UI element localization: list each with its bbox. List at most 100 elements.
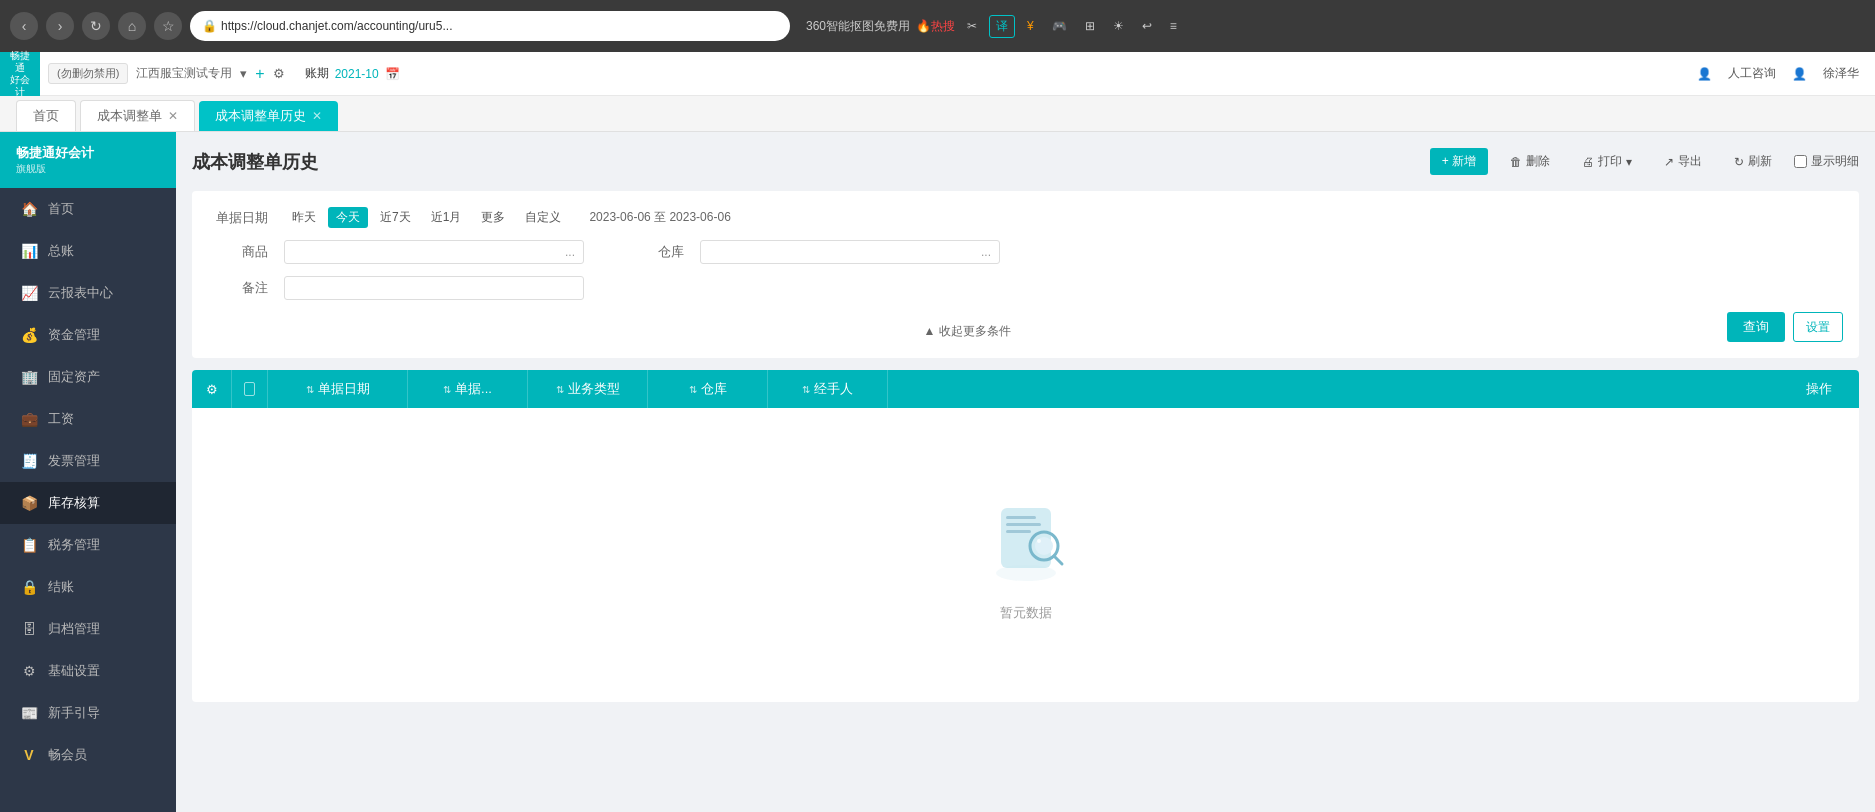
- table-toolbar: ⚙ ⇅ 单据日期 ⇅ 单据... ⇅ 业务类型: [192, 370, 1859, 408]
- home-button[interactable]: ⌂: [118, 12, 146, 40]
- ledger-icon: 📊: [20, 242, 38, 260]
- bookmark-button[interactable]: ☆: [154, 12, 182, 40]
- tab-home-label: 首页: [33, 107, 59, 125]
- print-dropdown-icon: ▾: [1626, 155, 1632, 169]
- wallet-tool[interactable]: ¥: [1021, 17, 1040, 35]
- vip-icon: V: [20, 746, 38, 764]
- menu-tool[interactable]: ≡: [1164, 17, 1183, 35]
- shortcut-1month[interactable]: 近1月: [423, 207, 470, 228]
- app-logo: 畅捷通好会计: [8, 50, 32, 98]
- show-detail-label: 显示明细: [1811, 153, 1859, 170]
- th-biz-type[interactable]: ⇅ 业务类型: [528, 370, 648, 408]
- refresh-button[interactable]: ↻: [82, 12, 110, 40]
- collapse-button[interactable]: ▲ 收起更多条件: [924, 323, 1012, 340]
- sidebar-item-vip[interactable]: V 畅会员: [0, 734, 176, 776]
- sidebar-item-archive[interactable]: 🗄 归档管理: [0, 608, 176, 650]
- sidebar-item-fund[interactable]: 💰 资金管理: [0, 314, 176, 356]
- invoice-icon: 🧾: [20, 452, 38, 470]
- sidebar-item-closing-label: 结账: [48, 578, 74, 596]
- th-operator-label: 经手人: [814, 380, 853, 398]
- inventory-icon: 📦: [20, 494, 38, 512]
- sidebar-logo-text: 畅捷通好会计: [16, 144, 94, 162]
- page-actions: + 新增 🗑 删除 🖨 打印 ▾ ↗ 导出 ↻: [1430, 148, 1859, 175]
- grid-tool[interactable]: ⊞: [1079, 17, 1101, 35]
- company-dropdown[interactable]: ▾: [240, 66, 247, 81]
- translate-tool[interactable]: 译: [989, 15, 1015, 38]
- svg-rect-4: [1006, 530, 1031, 533]
- goods-select[interactable]: ...: [284, 240, 584, 264]
- tab-bar: 首页 成本调整单 ✕ 成本调整单历史 ✕: [0, 96, 1875, 132]
- th-date-label: 单据日期: [318, 380, 370, 398]
- cut-tool[interactable]: ✂: [961, 17, 983, 35]
- select-all-checkbox[interactable]: [244, 382, 255, 396]
- period-info: 账期 2021-10 📅: [305, 65, 400, 82]
- shortcut-yesterday[interactable]: 昨天: [284, 207, 324, 228]
- filter-row-remark: 备注: [208, 276, 1843, 300]
- remark-input[interactable]: [284, 276, 584, 300]
- shortcut-7days[interactable]: 近7天: [372, 207, 419, 228]
- tab-cost-adjust-history-close[interactable]: ✕: [312, 109, 322, 123]
- shortcut-more[interactable]: 更多: [473, 207, 513, 228]
- tab-cost-adjust-close[interactable]: ✕: [168, 109, 178, 123]
- th-date[interactable]: ⇅ 单据日期: [268, 370, 408, 408]
- tab-cost-adjust-history[interactable]: 成本调整单历史 ✕: [199, 101, 338, 131]
- empty-state: 暂元数据: [192, 408, 1859, 702]
- show-detail-checkbox-container[interactable]: 显示明细: [1794, 153, 1859, 170]
- company-warning: (勿删勿禁用): [48, 63, 128, 84]
- empty-text: 暂元数据: [1000, 604, 1052, 622]
- delete-label: 删除: [1526, 153, 1550, 170]
- settings-icon[interactable]: ⚙: [273, 66, 285, 81]
- filter-action-buttons: 查询 设置: [1727, 312, 1843, 342]
- sidebar-item-payroll[interactable]: 💼 工资: [0, 398, 176, 440]
- sidebar-item-ledger[interactable]: 📊 总账: [0, 230, 176, 272]
- date-range-display: 2023-06-06 至 2023-06-06: [589, 209, 730, 226]
- sidebar-item-fixed-assets[interactable]: 🏢 固定资产: [0, 356, 176, 398]
- th-bill-no-label: 单据...: [455, 380, 492, 398]
- user-service-icon: 👤: [1697, 67, 1712, 81]
- forward-button[interactable]: ›: [46, 12, 74, 40]
- tab-cost-adjust[interactable]: 成本调整单 ✕: [80, 100, 195, 131]
- print-button[interactable]: 🖨 打印 ▾: [1572, 149, 1642, 174]
- show-detail-checkbox[interactable]: [1794, 155, 1807, 168]
- sidebar-item-tax-label: 税务管理: [48, 536, 100, 554]
- th-checkbox[interactable]: [232, 370, 268, 408]
- sidebar-item-fund-label: 资金管理: [48, 326, 100, 344]
- sidebar-item-ledger-label: 总账: [48, 242, 74, 260]
- sidebar-item-invoice[interactable]: 🧾 发票管理: [0, 440, 176, 482]
- shortcut-custom[interactable]: 自定义: [517, 207, 569, 228]
- browser-chrome: ‹ › ↻ ⌂ ☆ 🔒 https://cloud.chanjet.com/ac…: [0, 0, 1875, 52]
- delete-button[interactable]: 🗑 删除: [1500, 149, 1560, 174]
- address-bar[interactable]: 🔒 https://cloud.chanjet.com/accounting/u…: [190, 11, 790, 41]
- warehouse-select[interactable]: ...: [700, 240, 1000, 264]
- calendar-icon[interactable]: 📅: [385, 67, 400, 81]
- th-action-label: 操作: [1806, 380, 1832, 398]
- sidebar-item-home[interactable]: 🏠 首页: [0, 188, 176, 230]
- add-company-button[interactable]: +: [255, 65, 264, 83]
- shortcut-today[interactable]: 今天: [328, 207, 368, 228]
- sidebar-item-closing[interactable]: 🔒 结账: [0, 566, 176, 608]
- sort-asc-icon-operator: ⇅: [802, 384, 810, 395]
- sidebar-item-tax[interactable]: 📋 税务管理: [0, 524, 176, 566]
- th-operator[interactable]: ⇅ 经手人: [768, 370, 888, 408]
- export-button[interactable]: ↗ 导出: [1654, 149, 1712, 174]
- undo-tool[interactable]: ↩: [1136, 17, 1158, 35]
- tab-cost-adjust-label: 成本调整单: [97, 107, 162, 125]
- user-service-label[interactable]: 人工咨询: [1728, 65, 1776, 82]
- back-button[interactable]: ‹: [10, 12, 38, 40]
- th-gear[interactable]: ⚙: [192, 370, 232, 408]
- sidebar-item-inventory[interactable]: 📦 库存核算: [0, 482, 176, 524]
- sidebar-item-report[interactable]: 📈 云报表中心: [0, 272, 176, 314]
- print-icon: 🖨: [1582, 155, 1594, 169]
- game-tool[interactable]: 🎮: [1046, 17, 1073, 35]
- th-bill-no[interactable]: ⇅ 单据...: [408, 370, 528, 408]
- th-warehouse[interactable]: ⇅ 仓库: [648, 370, 768, 408]
- sidebar-item-settings[interactable]: ⚙ 基础设置: [0, 650, 176, 692]
- query-button[interactable]: 查询: [1727, 312, 1785, 342]
- setting-button[interactable]: 设置: [1793, 312, 1843, 342]
- add-button[interactable]: + 新增: [1430, 148, 1488, 175]
- gear-column-icon: ⚙: [206, 382, 218, 397]
- refresh-button-page[interactable]: ↻ 刷新: [1724, 149, 1782, 174]
- sidebar-item-guide[interactable]: 📰 新手引导: [0, 692, 176, 734]
- theme-tool[interactable]: ☀: [1107, 17, 1130, 35]
- tab-home[interactable]: 首页: [16, 100, 76, 131]
